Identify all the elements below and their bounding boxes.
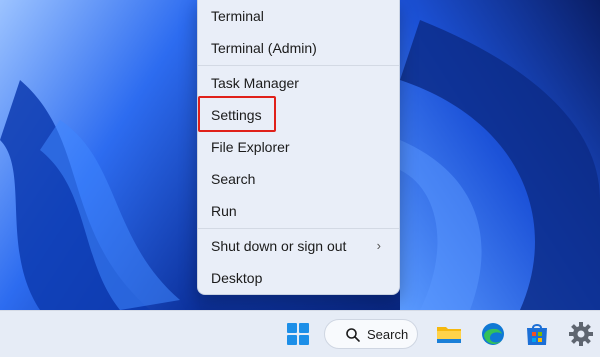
menu-item-shut-down[interactable]: Shut down or sign out › [202, 232, 395, 260]
menu-item-label: Terminal (Admin) [211, 40, 317, 56]
settings-highlight-box [198, 96, 276, 132]
edge-icon[interactable] [478, 319, 508, 349]
store-icon[interactable] [522, 319, 552, 349]
menu-item-label: Shut down or sign out [211, 238, 347, 254]
chevron-right-icon: › [376, 238, 381, 253]
menu-item-run[interactable]: Run [202, 197, 395, 225]
menu-item-label: Task Manager [211, 75, 299, 91]
menu-item-task-manager[interactable]: Task Manager [202, 69, 395, 97]
menu-item-search[interactable]: Search [202, 165, 395, 193]
menu-item-label: Terminal [211, 8, 264, 24]
menu-item-label: Run [211, 203, 237, 219]
menu-item-label: File Explorer [211, 139, 290, 155]
menu-item-terminal[interactable]: Terminal [202, 2, 395, 30]
start-icon[interactable] [283, 319, 313, 349]
menu-separator [198, 65, 399, 66]
taskbar: Search [0, 310, 600, 357]
quick-link-menu: Terminal Terminal (Admin) Task Manager S… [197, 0, 400, 295]
menu-item-desktop[interactable]: Desktop [202, 264, 395, 292]
settings-gear-icon[interactable] [566, 319, 596, 349]
search-icon [346, 328, 360, 342]
search-label: Search [367, 327, 409, 342]
taskbar-search-box[interactable]: Search [324, 319, 418, 349]
menu-separator [198, 228, 399, 229]
menu-item-label: Desktop [211, 270, 263, 286]
menu-item-terminal-admin[interactable]: Terminal (Admin) [202, 34, 395, 62]
file-explorer-icon[interactable] [434, 319, 464, 349]
menu-item-label: Search [211, 171, 256, 187]
menu-item-file-explorer[interactable]: File Explorer [202, 133, 395, 161]
